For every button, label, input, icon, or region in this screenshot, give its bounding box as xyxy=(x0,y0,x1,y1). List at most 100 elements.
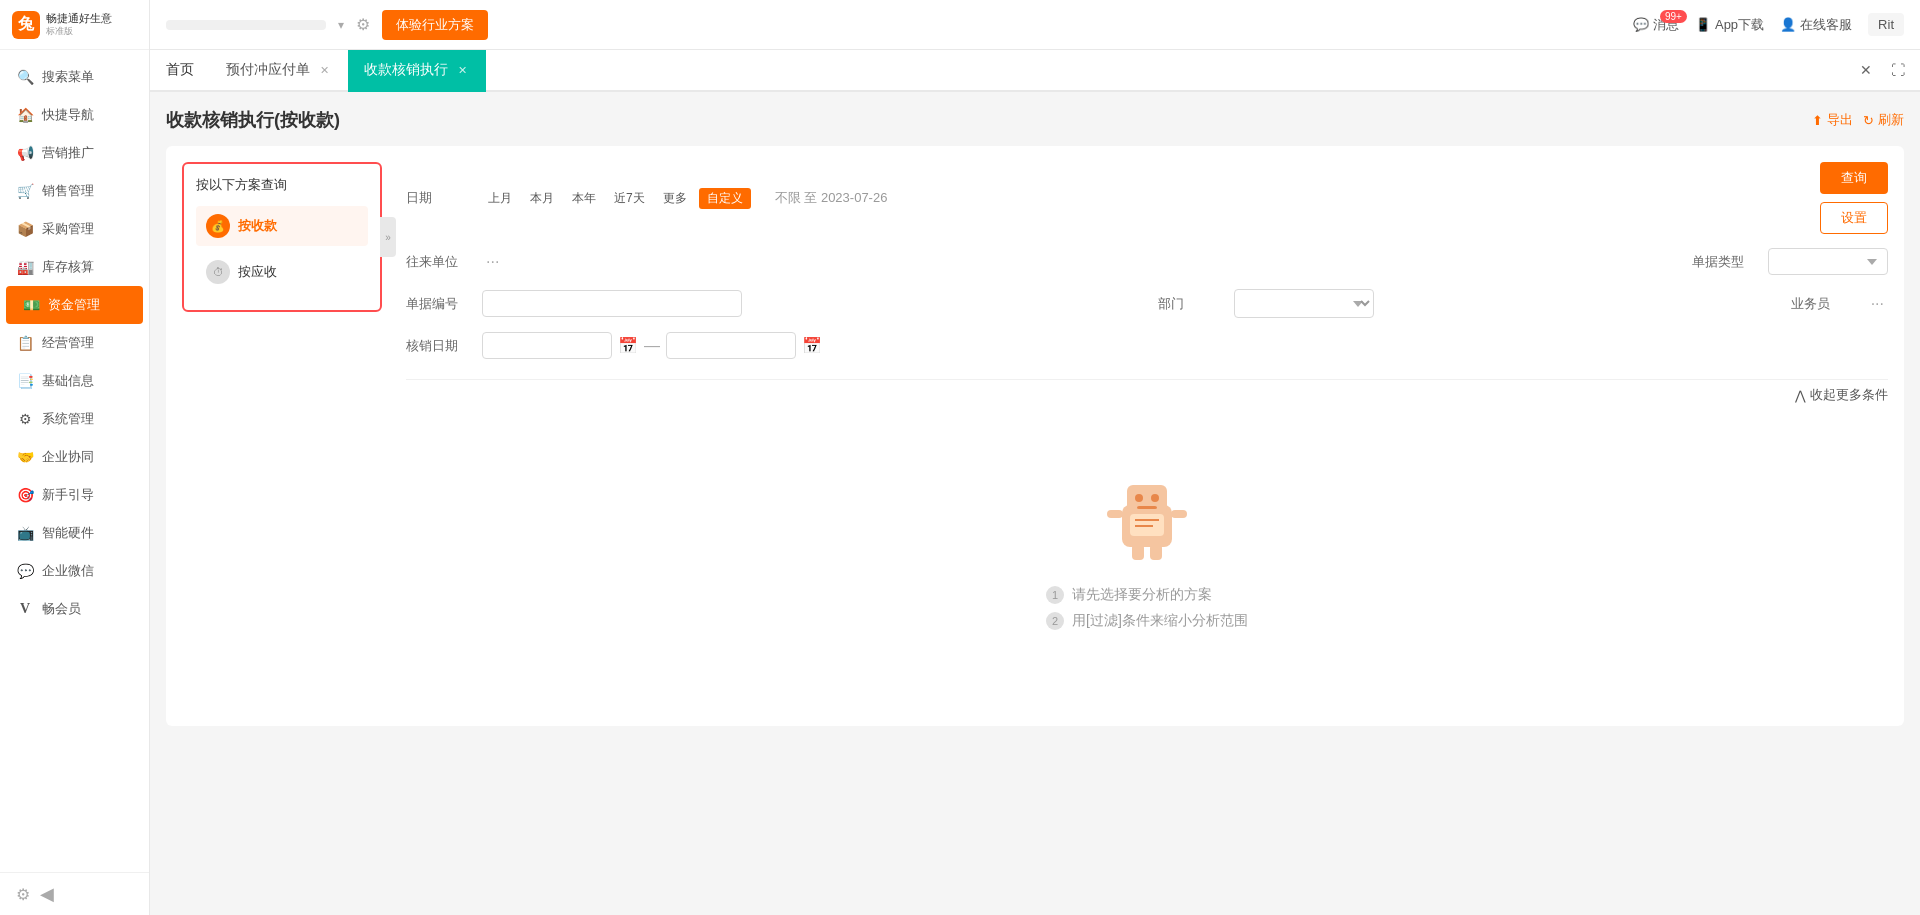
date-btn-more[interactable]: 更多 xyxy=(657,188,693,209)
sidebar-item-sales[interactable]: 🛒 销售管理 xyxy=(0,172,149,210)
page-header-actions: ⬆ 导出 ↻ 刷新 xyxy=(1812,111,1904,129)
date-range-text: 不限 至 2023-07-26 xyxy=(775,189,888,207)
query-button[interactable]: 查询 xyxy=(1820,162,1888,194)
docno-label: 单据编号 xyxy=(406,295,466,313)
vip-icon: V xyxy=(16,601,34,617)
logo-icon: 兔 xyxy=(12,11,40,39)
verify-date-range: 2023-03-01 📅 — 2023-07-21 📅 xyxy=(482,332,822,359)
sidebar: 兔 畅捷通好生意 标准版 🔍 搜索菜单 🏠 快捷导航 📢 营销推广 🛒 销售管理… xyxy=(0,0,150,915)
collapse-more-label: 收起更多条件 xyxy=(1810,386,1888,404)
form-row-partner: 往来单位 ··· 单据类型 xyxy=(406,248,1888,275)
solution-button[interactable]: 体验行业方案 xyxy=(382,10,488,40)
sidebar-item-inventory[interactable]: 🏭 库存核算 xyxy=(0,248,149,286)
settings-icon[interactable]: ⚙ xyxy=(16,885,30,904)
system-icon: ⚙ xyxy=(16,411,34,427)
filter-item-label: 按收款 xyxy=(238,217,277,235)
sidebar-item-label: 经营管理 xyxy=(42,334,94,352)
message-icon: 💬 xyxy=(1633,17,1649,32)
inventory-icon: 🏭 xyxy=(16,259,34,275)
app-download-button[interactable]: 📱 App下载 xyxy=(1695,16,1764,34)
collapse-more-btn[interactable]: ⋀ 收起更多条件 xyxy=(406,379,1888,410)
hardware-icon: 📺 xyxy=(16,525,34,541)
message-button[interactable]: 💬 消息 99+ xyxy=(1633,16,1679,34)
sidebar-item-collab[interactable]: 🤝 企业协同 xyxy=(0,438,149,476)
export-label: 导出 xyxy=(1827,111,1853,129)
dept-label: 部门 xyxy=(1158,295,1218,313)
verify-date-start-cal-icon[interactable]: 📅 xyxy=(618,336,638,355)
verify-date-start-input[interactable]: 2023-03-01 xyxy=(482,332,612,359)
export-icon: ⬆ xyxy=(1812,113,1823,128)
verify-date-label: 核销日期 xyxy=(406,337,466,355)
setting-button[interactable]: 设置 xyxy=(1820,202,1888,234)
tab-prepay[interactable]: 预付冲应付单 ✕ xyxy=(210,50,348,92)
finance-icon: 💵 xyxy=(22,297,40,313)
sidebar-item-operation[interactable]: 📋 经营管理 xyxy=(0,324,149,362)
verify-date-end-input[interactable]: 2023-07-21 xyxy=(666,332,796,359)
sidebar-item-marketing[interactable]: 📢 营销推广 xyxy=(0,134,149,172)
sidebar-item-purchase[interactable]: 📦 采购管理 xyxy=(0,210,149,248)
user-avatar[interactable]: Rit xyxy=(1868,13,1904,36)
refresh-button[interactable]: ↻ 刷新 xyxy=(1863,111,1904,129)
partner-label: 往来单位 xyxy=(406,253,466,271)
form-row-date: 日期 上月 本月 本年 近7天 更多 自定义 不限 至 2023-07-26 xyxy=(406,162,1888,234)
sidebar-item-label: 新手引导 xyxy=(42,486,94,504)
date-btn-thismonth[interactable]: 本月 xyxy=(524,188,560,209)
topbar: ▾ ⚙ 体验行业方案 💬 消息 99+ 📱 App下载 👤 在线客服 Rit xyxy=(150,0,1920,50)
date-btn-custom[interactable]: 自定义 xyxy=(699,188,751,209)
sidebar-item-label: 资金管理 xyxy=(48,296,100,314)
svg-point-2 xyxy=(1135,494,1143,502)
date-btn-lastmonth[interactable]: 上月 xyxy=(482,188,518,209)
hint-text-1: 请先选择要分析的方案 xyxy=(1072,586,1212,604)
sidebar-item-label: 库存核算 xyxy=(42,258,94,276)
date-btn-7days[interactable]: 近7天 xyxy=(608,188,651,209)
sidebar-item-basic[interactable]: 📑 基础信息 xyxy=(0,362,149,400)
sidebar-item-guide[interactable]: 🎯 新手引导 xyxy=(0,476,149,514)
marketing-icon: 📢 xyxy=(16,145,34,161)
sidebar-item-system[interactable]: ⚙ 系统管理 xyxy=(0,400,149,438)
empty-text: 1 请先选择要分析的方案 2 用[过滤]条件来缩小分析范围 xyxy=(1046,586,1248,630)
purchase-icon: 📦 xyxy=(16,221,34,237)
message-badge: 99+ xyxy=(1660,10,1687,23)
sidebar-bottom: ⚙ ◀ xyxy=(0,872,149,915)
topbar-chevron-icon[interactable]: ▾ xyxy=(338,18,344,32)
partner-more-btn[interactable]: ··· xyxy=(482,253,503,271)
staff-label: 业务员 xyxy=(1791,295,1851,313)
doctype-select[interactable] xyxy=(1768,248,1888,275)
sidebar-item-label: 企业微信 xyxy=(42,562,94,580)
sidebar-item-finance[interactable]: 💵 资金管理 xyxy=(6,286,143,324)
sidebar-item-vip[interactable]: V 畅会员 xyxy=(0,590,149,628)
service-button[interactable]: 👤 在线客服 xyxy=(1780,16,1852,34)
topbar-gear-icon[interactable]: ⚙ xyxy=(356,15,370,34)
tab-home[interactable]: 首页 xyxy=(150,50,210,92)
app-logo: 兔 畅捷通好生意 标准版 xyxy=(0,0,149,50)
tab-bar: 首页 预付冲应付单 ✕ 收款核销执行 ✕ ✕ ⛶ xyxy=(150,50,1920,92)
app-label: App下载 xyxy=(1715,16,1764,34)
home-icon: 🏠 xyxy=(16,107,34,123)
collapse-up-icon: ⋀ xyxy=(1795,388,1806,403)
filter-item-by-receivable[interactable]: ⏱ 按应收 xyxy=(196,252,368,292)
staff-more-btn[interactable]: ··· xyxy=(1867,295,1888,313)
docno-input[interactable] xyxy=(482,290,742,317)
weixin-icon: 💬 xyxy=(16,563,34,579)
tab-receipt-verify[interactable]: 收款核销执行 ✕ xyxy=(348,50,486,92)
collapse-sidebar-icon[interactable]: ◀ xyxy=(40,883,54,905)
guide-icon: 🎯 xyxy=(16,487,34,503)
sidebar-item-weixin[interactable]: 💬 企业微信 xyxy=(0,552,149,590)
tab-prepay-close[interactable]: ✕ xyxy=(316,62,332,78)
filter-item-by-receipt[interactable]: 💰 按收款 xyxy=(196,206,368,246)
sidebar-item-hardware[interactable]: 📺 智能硬件 xyxy=(0,514,149,552)
date-shortcuts: 上月 本月 本年 近7天 更多 自定义 xyxy=(482,188,751,209)
sidebar-item-search[interactable]: 🔍 搜索菜单 xyxy=(0,58,149,96)
search-icon: 🔍 xyxy=(16,69,34,85)
verify-date-end-cal-icon[interactable]: 📅 xyxy=(802,336,822,355)
date-btn-thisyear[interactable]: 本年 xyxy=(566,188,602,209)
dept-select[interactable] xyxy=(1234,289,1374,318)
panel-collapse-button[interactable]: » xyxy=(380,217,396,257)
sidebar-item-label: 搜索菜单 xyxy=(42,68,94,86)
export-button[interactable]: ⬆ 导出 xyxy=(1812,111,1853,129)
tab-receipt-verify-close[interactable]: ✕ xyxy=(454,62,470,78)
tab-expand-icon[interactable]: ⛶ xyxy=(1884,56,1912,84)
tab-close-all-icon[interactable]: ✕ xyxy=(1852,56,1880,84)
tab-prepay-label: 预付冲应付单 xyxy=(226,61,310,79)
sidebar-item-nav[interactable]: 🏠 快捷导航 xyxy=(0,96,149,134)
